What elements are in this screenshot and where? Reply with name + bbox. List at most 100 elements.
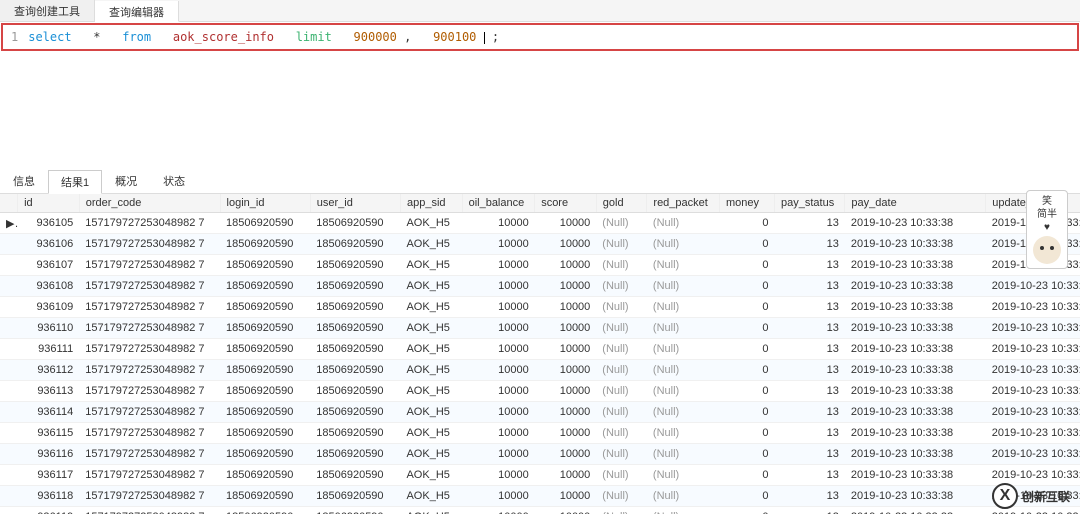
column-header-score[interactable]: score [535,194,597,213]
cell-id[interactable]: 936114 [18,402,80,423]
cell-id[interactable]: 936118 [18,486,80,507]
cell-login_id[interactable]: 18506920590 [220,339,310,360]
column-header-pay_status[interactable]: pay_status [775,194,845,213]
cell-pay_date[interactable]: 2019-10-23 10:33:38 [845,360,986,381]
cell-app_sid[interactable]: AOK_H5 [400,507,462,515]
table-row[interactable]: 936115157179727253048982 718506920590185… [0,423,1080,444]
cell-order_code[interactable]: 157179727253048982 7 [79,234,220,255]
editor-tab[interactable]: 查询创建工具 [0,0,95,21]
cell-gold[interactable]: (Null) [596,465,647,486]
cell-money[interactable]: 0 [720,486,775,507]
table-row[interactable]: 936118157179727253048982 718506920590185… [0,486,1080,507]
cell-pay_date[interactable]: 2019-10-23 10:33:38 [845,297,986,318]
results-tab[interactable]: 结果1 [48,170,102,194]
cell-gold[interactable]: (Null) [596,381,647,402]
cell-app_sid[interactable]: AOK_H5 [400,276,462,297]
cell-update_date[interactable]: 2019-10-23 10:33:38 [986,276,1080,297]
cell-gold[interactable]: (Null) [596,486,647,507]
cell-score[interactable]: 10000 [535,465,597,486]
cell-score[interactable]: 10000 [535,507,597,515]
table-row[interactable]: 936119157179727253048982 718506920590185… [0,507,1080,515]
cell-pay_date[interactable]: 2019-10-23 10:33:38 [845,318,986,339]
cell-gold[interactable]: (Null) [596,255,647,276]
cell-pay_date[interactable]: 2019-10-23 10:33:38 [845,255,986,276]
cell-pay_date[interactable]: 2019-10-23 10:33:38 [845,465,986,486]
cell-money[interactable]: 0 [720,465,775,486]
table-row[interactable]: 936114157179727253048982 718506920590185… [0,402,1080,423]
cell-user_id[interactable]: 18506920590 [310,486,400,507]
table-row[interactable]: 936106157179727253048982 718506920590185… [0,234,1080,255]
cell-login_id[interactable]: 18506920590 [220,402,310,423]
cell-oil_balance[interactable]: 10000 [462,444,535,465]
cell-red_packet[interactable]: (Null) [647,297,720,318]
cell-gold[interactable]: (Null) [596,213,647,234]
cell-money[interactable]: 0 [720,318,775,339]
cell-red_packet[interactable]: (Null) [647,444,720,465]
cell-money[interactable]: 0 [720,234,775,255]
cell-user_id[interactable]: 18506920590 [310,255,400,276]
cell-pay_date[interactable]: 2019-10-23 10:33:38 [845,276,986,297]
cell-gold[interactable]: (Null) [596,360,647,381]
table-row[interactable]: 936113157179727253048982 718506920590185… [0,381,1080,402]
cell-gold[interactable]: (Null) [596,297,647,318]
editor-tab[interactable]: 查询编辑器 [95,1,179,22]
cell-login_id[interactable]: 18506920590 [220,465,310,486]
cell-pay_status[interactable]: 13 [775,507,845,515]
cell-app_sid[interactable]: AOK_H5 [400,465,462,486]
cell-login_id[interactable]: 18506920590 [220,297,310,318]
editor-empty-space[interactable] [0,52,1080,172]
cell-id[interactable]: 936119 [18,507,80,515]
cell-score[interactable]: 10000 [535,276,597,297]
cell-oil_balance[interactable]: 10000 [462,213,535,234]
cell-pay_status[interactable]: 13 [775,423,845,444]
cell-money[interactable]: 0 [720,297,775,318]
cell-pay_date[interactable]: 2019-10-23 10:33:38 [845,423,986,444]
cell-update_date[interactable]: 2019-10-23 10:33:38 [986,423,1080,444]
cell-money[interactable]: 0 [720,360,775,381]
cell-id[interactable]: 936106 [18,234,80,255]
cell-score[interactable]: 10000 [535,255,597,276]
results-grid-scroll[interactable]: idorder_codelogin_iduser_idapp_sidoil_ba… [0,194,1080,514]
cell-oil_balance[interactable]: 10000 [462,339,535,360]
cell-id[interactable]: 936108 [18,276,80,297]
cell-oil_balance[interactable]: 10000 [462,402,535,423]
cell-user_id[interactable]: 18506920590 [310,360,400,381]
cell-login_id[interactable]: 18506920590 [220,360,310,381]
cell-id[interactable]: 936109 [18,297,80,318]
cell-order_code[interactable]: 157179727253048982 7 [79,297,220,318]
cell-order_code[interactable]: 157179727253048982 7 [79,360,220,381]
cell-pay_date[interactable]: 2019-10-23 10:33:38 [845,234,986,255]
cell-red_packet[interactable]: (Null) [647,381,720,402]
cell-money[interactable]: 0 [720,423,775,444]
cell-red_packet[interactable]: (Null) [647,360,720,381]
cell-app_sid[interactable]: AOK_H5 [400,297,462,318]
cell-red_packet[interactable]: (Null) [647,234,720,255]
cell-gold[interactable]: (Null) [596,444,647,465]
table-row[interactable]: 936108157179727253048982 718506920590185… [0,276,1080,297]
cell-oil_balance[interactable]: 10000 [462,381,535,402]
cell-order_code[interactable]: 157179727253048982 7 [79,486,220,507]
cell-score[interactable]: 10000 [535,444,597,465]
table-row[interactable]: 936116157179727253048982 718506920590185… [0,444,1080,465]
cell-gold[interactable]: (Null) [596,402,647,423]
cell-app_sid[interactable]: AOK_H5 [400,318,462,339]
table-row[interactable]: 936112157179727253048982 718506920590185… [0,360,1080,381]
cell-money[interactable]: 0 [720,444,775,465]
cell-red_packet[interactable]: (Null) [647,255,720,276]
cell-login_id[interactable]: 18506920590 [220,318,310,339]
cell-oil_balance[interactable]: 10000 [462,255,535,276]
cell-red_packet[interactable]: (Null) [647,486,720,507]
cell-app_sid[interactable]: AOK_H5 [400,234,462,255]
cell-score[interactable]: 10000 [535,297,597,318]
cell-pay_date[interactable]: 2019-10-23 10:33:38 [845,486,986,507]
cell-id[interactable]: 936115 [18,423,80,444]
cell-user_id[interactable]: 18506920590 [310,402,400,423]
cell-app_sid[interactable]: AOK_H5 [400,423,462,444]
cell-gold[interactable]: (Null) [596,276,647,297]
table-row[interactable]: 936107157179727253048982 718506920590185… [0,255,1080,276]
cell-gold[interactable]: (Null) [596,234,647,255]
cell-login_id[interactable]: 18506920590 [220,444,310,465]
cell-money[interactable]: 0 [720,339,775,360]
table-row[interactable]: ▶936105157179727253048982 71850692059018… [0,213,1080,234]
cell-id[interactable]: 936107 [18,255,80,276]
